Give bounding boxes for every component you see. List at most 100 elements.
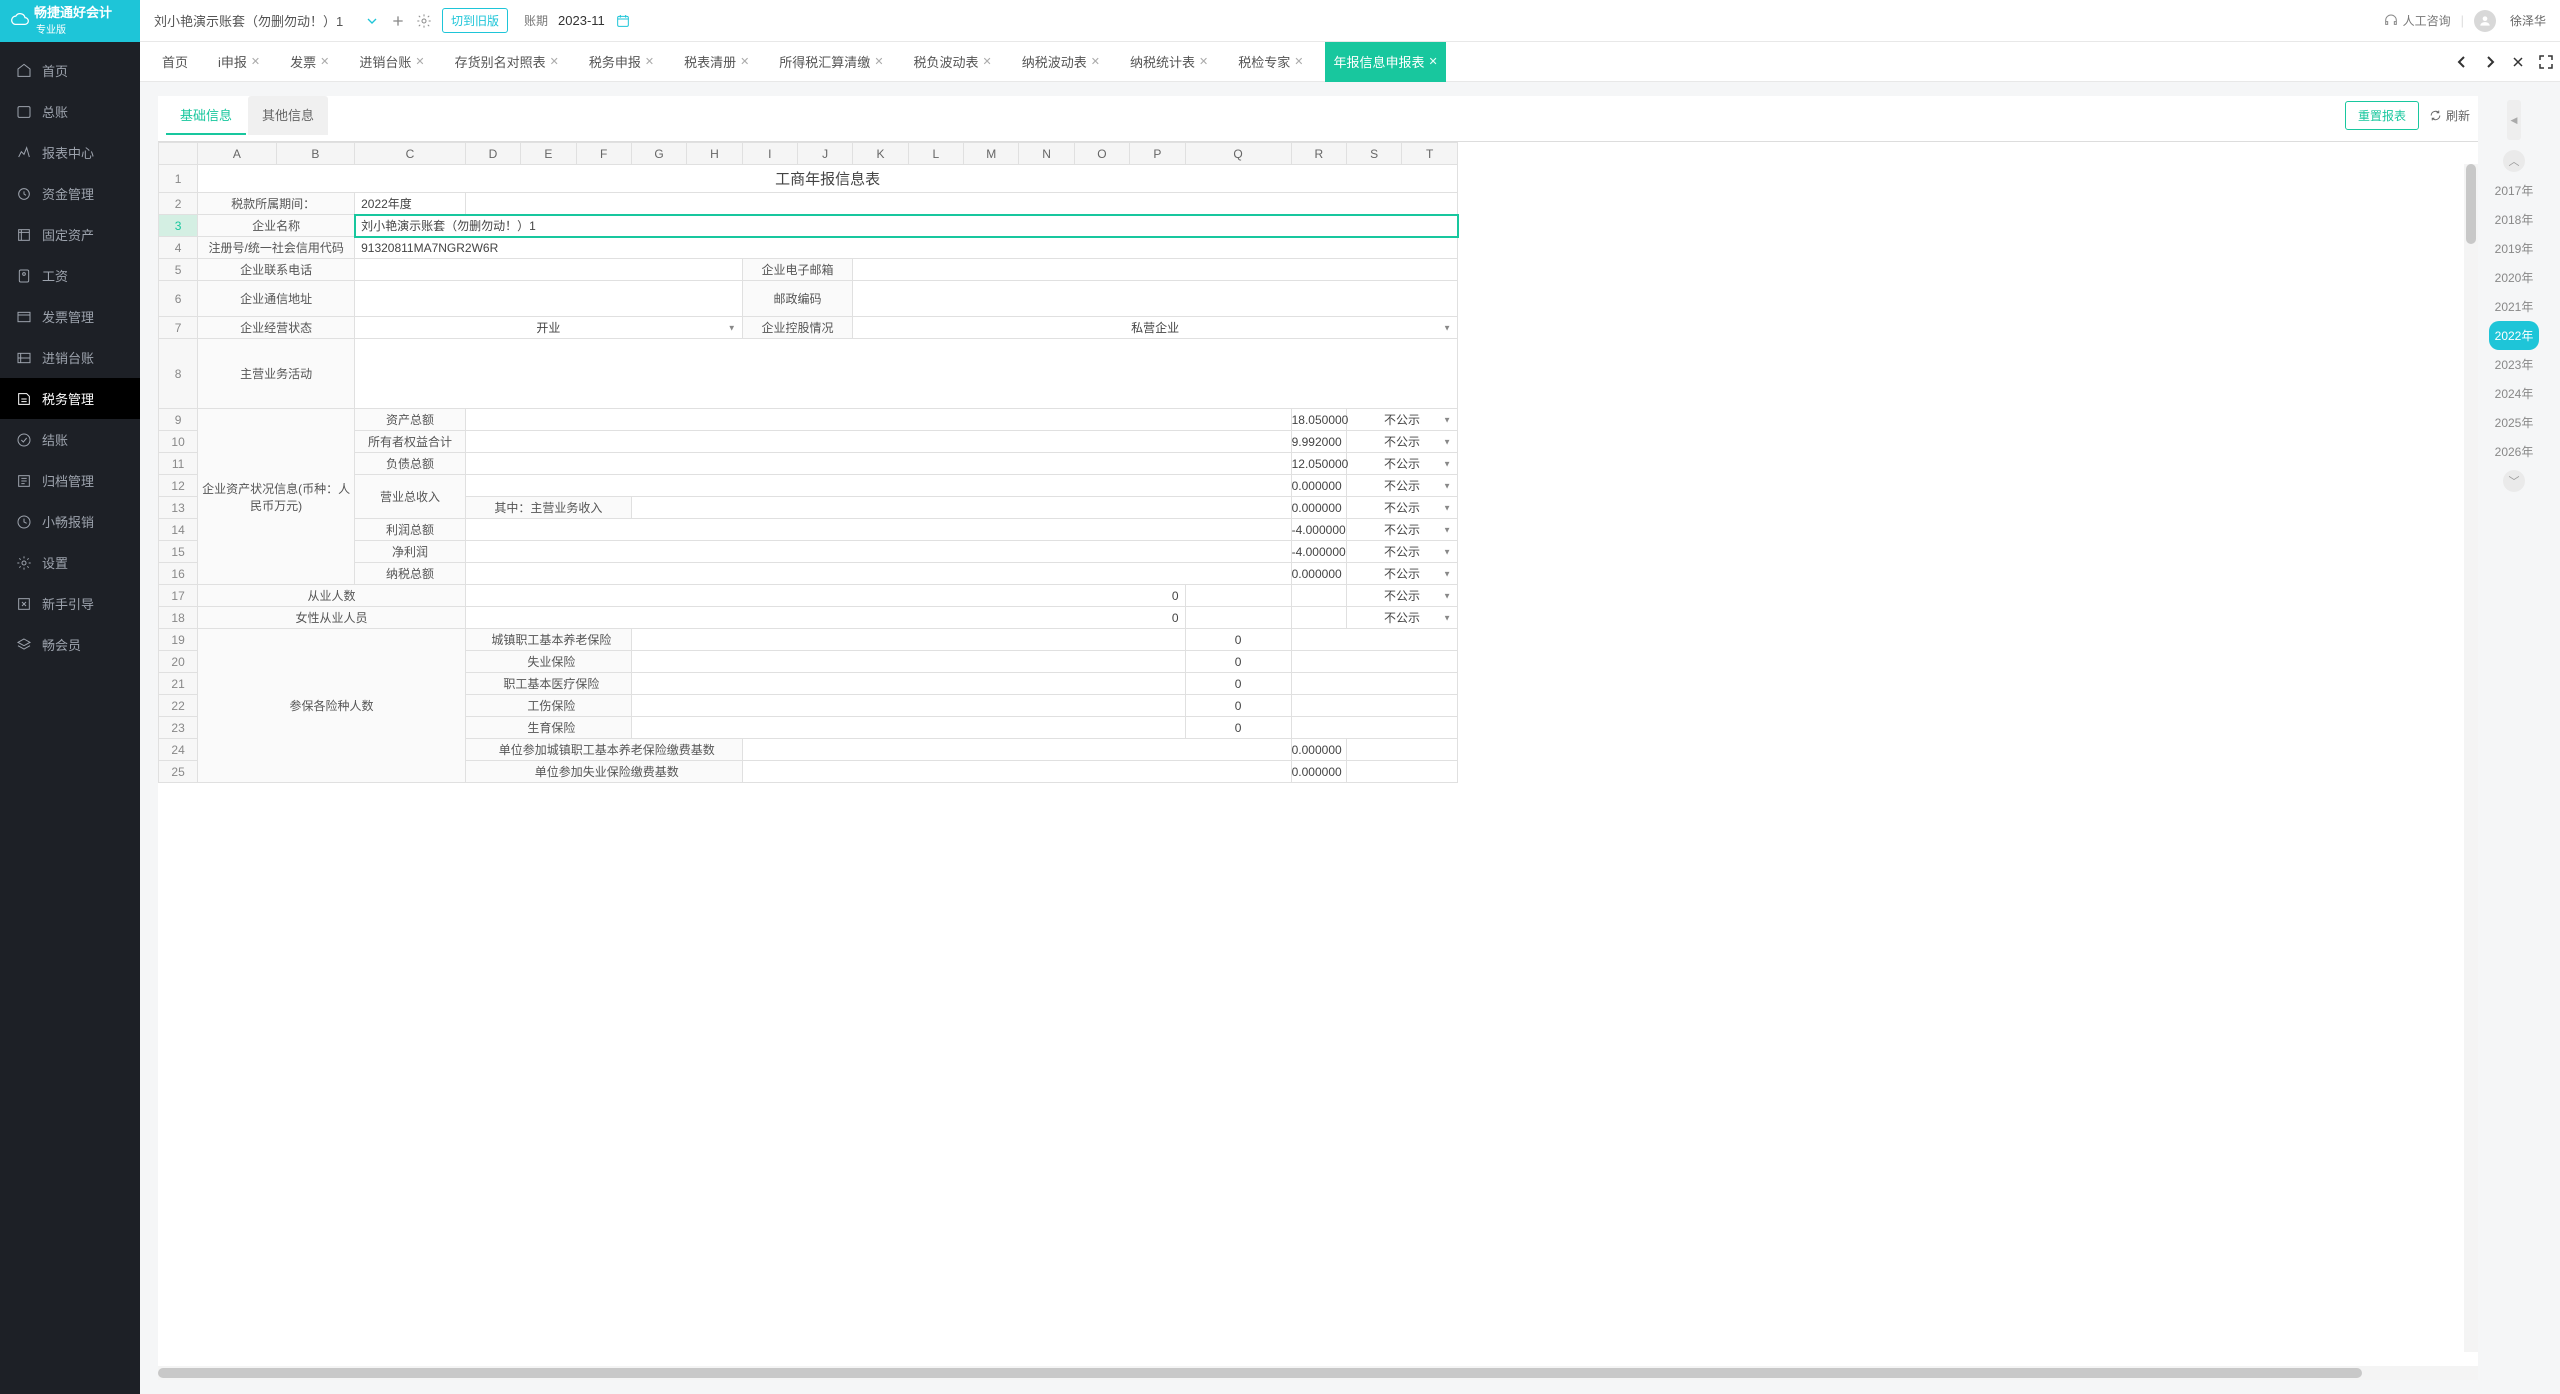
- avatar[interactable]: [2474, 10, 2496, 32]
- year-item[interactable]: 2024年: [2489, 379, 2540, 408]
- tab[interactable]: 纳税统计表✕: [1122, 42, 1216, 82]
- cell[interactable]: [1185, 585, 1291, 607]
- column-header[interactable]: I: [742, 143, 797, 165]
- column-header[interactable]: O: [1074, 143, 1129, 165]
- column-header[interactable]: G: [631, 143, 686, 165]
- cell[interactable]: 纳税总额: [355, 563, 466, 585]
- cell[interactable]: [465, 541, 1291, 563]
- cell[interactable]: [1291, 629, 1457, 651]
- tab[interactable]: 税务申报✕: [581, 42, 662, 82]
- close-icon[interactable]: ✕: [320, 55, 329, 68]
- sidebar-item[interactable]: 新手引导: [0, 583, 140, 624]
- cell[interactable]: [355, 281, 743, 317]
- cell[interactable]: 利润总额: [355, 519, 466, 541]
- row-header[interactable]: 20: [159, 651, 198, 673]
- cell[interactable]: [631, 717, 1185, 739]
- row-header[interactable]: 16: [159, 563, 198, 585]
- gear-icon[interactable]: [416, 13, 432, 29]
- column-header[interactable]: K: [853, 143, 908, 165]
- cell[interactable]: 不公示: [1346, 541, 1457, 563]
- cell[interactable]: 0: [1185, 651, 1291, 673]
- year-item[interactable]: 2023年: [2489, 350, 2540, 379]
- cell[interactable]: 开业: [355, 317, 743, 339]
- cell[interactable]: [631, 695, 1185, 717]
- cell[interactable]: 企业控股情况: [742, 317, 853, 339]
- tabs-next-button[interactable]: [2476, 48, 2504, 76]
- close-icon[interactable]: ✕: [1294, 55, 1303, 68]
- row-header[interactable]: 25: [159, 761, 198, 783]
- row-header[interactable]: 19: [159, 629, 198, 651]
- tab[interactable]: 纳税波动表✕: [1014, 42, 1108, 82]
- row-header[interactable]: 21: [159, 673, 198, 695]
- cell[interactable]: 私营企业: [853, 317, 1458, 339]
- cell[interactable]: 企业通信地址: [198, 281, 355, 317]
- cell[interactable]: [465, 453, 1291, 475]
- sidebar-item[interactable]: 固定资产: [0, 214, 140, 255]
- tab[interactable]: 税检专家✕: [1230, 42, 1311, 82]
- cell[interactable]: 税款所属期间：: [198, 193, 355, 215]
- cell[interactable]: 12.050000: [1291, 453, 1346, 475]
- cell[interactable]: 0: [1185, 695, 1291, 717]
- cell[interactable]: [1346, 761, 1457, 783]
- year-item[interactable]: 2026年: [2489, 437, 2540, 466]
- year-down-button[interactable]: ﹀: [2503, 470, 2525, 492]
- cell[interactable]: 其中：主营业务收入: [465, 497, 631, 519]
- cell[interactable]: 2022年度: [355, 193, 466, 215]
- cell[interactable]: 0: [465, 607, 1185, 629]
- cell[interactable]: 注册号/统一社会信用代码: [198, 237, 355, 259]
- row-header[interactable]: 10: [159, 431, 198, 453]
- cell[interactable]: 女性从业人员: [198, 607, 466, 629]
- cell[interactable]: 不公示: [1346, 563, 1457, 585]
- brand-logo[interactable]: 畅捷通好会计 专业版: [0, 0, 140, 42]
- tabs-close-all-button[interactable]: [2504, 48, 2532, 76]
- cell[interactable]: 不公示: [1346, 453, 1457, 475]
- sidebar-item[interactable]: 工资: [0, 255, 140, 296]
- row-header[interactable]: 13: [159, 497, 198, 519]
- tab[interactable]: 税负波动表✕: [906, 42, 1000, 82]
- cell[interactable]: 职工基本医疗保险: [465, 673, 631, 695]
- row-header[interactable]: 24: [159, 739, 198, 761]
- cell[interactable]: 生育保险: [465, 717, 631, 739]
- fullscreen-button[interactable]: [2532, 48, 2560, 76]
- year-item[interactable]: 2017年: [2489, 176, 2540, 205]
- column-header[interactable]: N: [1019, 143, 1074, 165]
- tab[interactable]: 存货别名对照表✕: [447, 42, 567, 82]
- cell[interactable]: 所有者权益合计: [355, 431, 466, 453]
- spreadsheet[interactable]: ABCDEFGHIJKLMNOPQRST1工商年报信息表2税款所属期间：2022…: [158, 141, 2478, 1366]
- column-header[interactable]: R: [1291, 143, 1346, 165]
- cell[interactable]: 不公示: [1346, 409, 1457, 431]
- close-icon[interactable]: ✕: [1428, 55, 1437, 68]
- sidebar-item[interactable]: 报表中心: [0, 132, 140, 173]
- cell[interactable]: [631, 497, 1291, 519]
- cell[interactable]: 0.000000: [1291, 761, 1346, 783]
- vertical-scrollbar[interactable]: [2464, 164, 2478, 1352]
- close-icon[interactable]: ✕: [645, 55, 654, 68]
- row-header[interactable]: 22: [159, 695, 198, 717]
- switch-old-version-button[interactable]: 切到旧版: [442, 8, 508, 33]
- column-header[interactable]: C: [355, 143, 466, 165]
- cell[interactable]: 资产总额: [355, 409, 466, 431]
- user-name[interactable]: 徐泽华: [2510, 12, 2546, 29]
- cell[interactable]: [355, 339, 1458, 409]
- column-header[interactable]: D: [465, 143, 520, 165]
- sidebar-item[interactable]: 小畅报销: [0, 501, 140, 542]
- cell[interactable]: [853, 259, 1458, 281]
- year-item[interactable]: 2021年: [2489, 292, 2540, 321]
- cell[interactable]: 企业名称: [198, 215, 355, 237]
- cell[interactable]: 不公示: [1346, 519, 1457, 541]
- cell[interactable]: [355, 259, 743, 281]
- column-header[interactable]: H: [687, 143, 742, 165]
- cell[interactable]: [631, 651, 1185, 673]
- cell[interactable]: 0: [1185, 629, 1291, 651]
- cell[interactable]: 单位参加失业保险缴费基数: [465, 761, 742, 783]
- reset-report-button[interactable]: 重置报表: [2345, 101, 2419, 130]
- cell[interactable]: [853, 281, 1458, 317]
- cell[interactable]: 工伤保险: [465, 695, 631, 717]
- cell[interactable]: 主营业务活动: [198, 339, 355, 409]
- sidebar-item[interactable]: 设置: [0, 542, 140, 583]
- column-header[interactable]: B: [276, 143, 354, 165]
- cell[interactable]: [1291, 607, 1346, 629]
- sidebar-item[interactable]: 归档管理: [0, 460, 140, 501]
- column-header[interactable]: Q: [1185, 143, 1291, 165]
- consult-button[interactable]: 人工咨询: [2383, 12, 2451, 29]
